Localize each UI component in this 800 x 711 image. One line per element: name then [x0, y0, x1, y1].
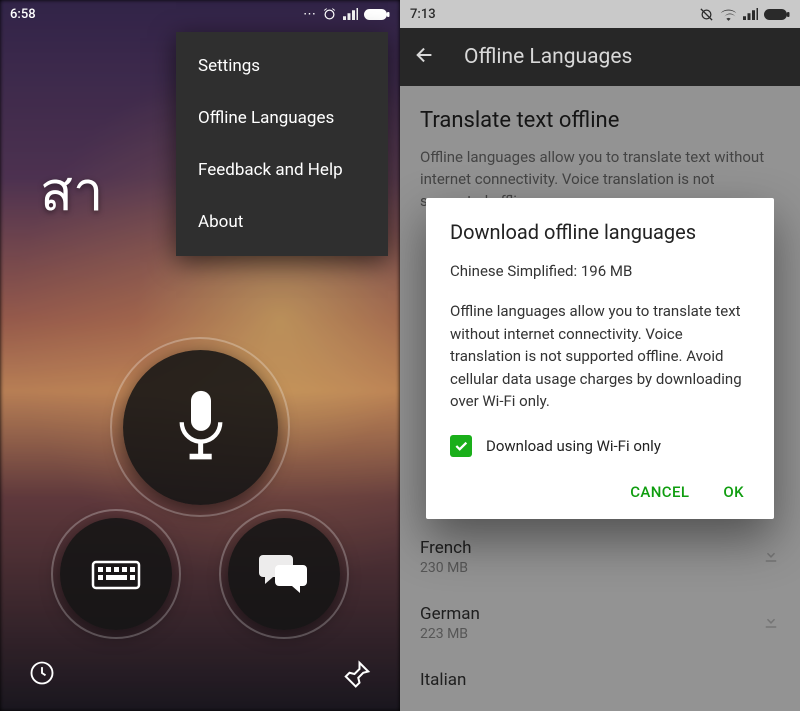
- dialog-body: Offline languages allow you to translate…: [450, 300, 750, 413]
- appbar-title: Offline Languages: [464, 45, 632, 69]
- more-icon: ⋯: [303, 7, 316, 22]
- alarm-off-icon: [699, 7, 714, 22]
- menu-item-offline-languages[interactable]: Offline Languages: [176, 92, 388, 144]
- microphone-icon: [172, 388, 230, 468]
- clock-icon: [28, 659, 56, 687]
- chat-icon: [257, 551, 311, 597]
- keyboard-button[interactable]: [60, 518, 172, 630]
- overflow-menu: Settings Offline Languages Feedback and …: [176, 32, 388, 256]
- status-time: 6:58: [10, 7, 36, 22]
- right-screenshot: 7:13 Offline Languages Translate text of…: [400, 0, 800, 711]
- translated-text: สา: [40, 148, 103, 234]
- back-button[interactable]: [414, 44, 436, 70]
- cancel-button[interactable]: CANCEL: [630, 483, 689, 501]
- dialog-subtitle: Chinese Simplified: 196 MB: [450, 262, 750, 280]
- download-dialog: Download offline languages Chinese Simpl…: [426, 198, 774, 519]
- pin-icon: [342, 659, 372, 689]
- left-screenshot: 6:58 ⋯ สา: [0, 0, 400, 711]
- battery-icon: [364, 8, 390, 21]
- check-icon: [453, 438, 469, 454]
- wifi-icon: [720, 8, 737, 21]
- alarm-icon: [322, 7, 337, 22]
- status-bar: 7:13: [400, 0, 800, 28]
- voice-translate-button[interactable]: [123, 350, 278, 505]
- menu-item-settings[interactable]: Settings: [176, 40, 388, 92]
- pin-button[interactable]: [342, 659, 372, 693]
- keyboard-icon: [90, 556, 142, 592]
- conversation-button[interactable]: [228, 518, 340, 630]
- status-icons: [699, 7, 790, 22]
- menu-item-feedback[interactable]: Feedback and Help: [176, 144, 388, 196]
- menu-item-about[interactable]: About: [176, 196, 388, 248]
- app-bar: Offline Languages: [400, 28, 800, 86]
- signal-icon: [343, 7, 358, 21]
- battery-icon: [764, 8, 790, 21]
- status-time: 7:13: [410, 7, 436, 22]
- signal-icon: [743, 7, 758, 21]
- dialog-actions: CANCEL OK: [450, 475, 750, 509]
- status-bar: 6:58 ⋯: [0, 0, 400, 28]
- wifi-only-checkbox[interactable]: [450, 435, 472, 457]
- wifi-only-label: Download using Wi-Fi only: [486, 437, 661, 455]
- history-button[interactable]: [28, 659, 56, 693]
- status-icons: ⋯: [303, 7, 390, 22]
- dialog-title: Download offline languages: [450, 220, 750, 244]
- ok-button[interactable]: OK: [723, 483, 744, 501]
- wifi-only-row[interactable]: Download using Wi-Fi only: [450, 435, 750, 457]
- arrow-back-icon: [414, 44, 436, 66]
